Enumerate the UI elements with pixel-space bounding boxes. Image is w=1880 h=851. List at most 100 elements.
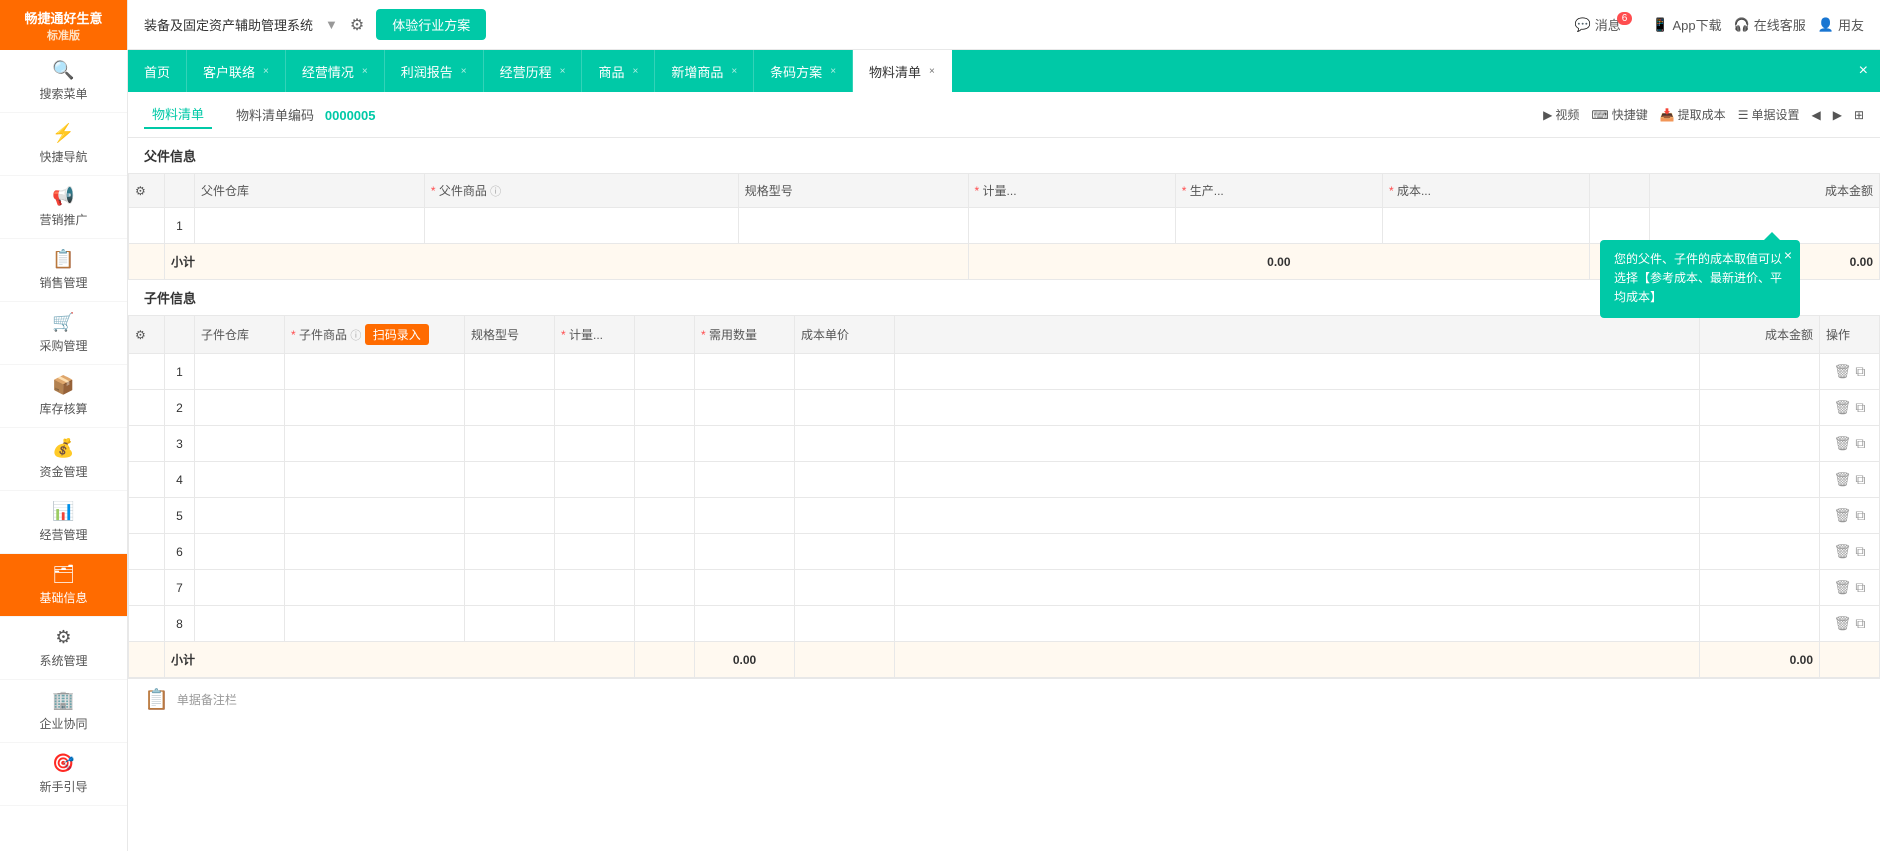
child-product-cell[interactable] xyxy=(285,606,465,642)
copy-icon[interactable]: ⧉ xyxy=(1855,543,1865,560)
tab-customer[interactable]: 客户联络 × xyxy=(187,50,286,92)
tab-addgoods[interactable]: 新增商品 × xyxy=(655,50,754,92)
dropdown-icon[interactable]: ▼ xyxy=(325,17,338,32)
sub-tab-bom[interactable]: 物料清单 xyxy=(144,100,212,129)
sidebar-item-guide[interactable]: 🎯 新手引导 xyxy=(0,743,127,806)
sidebar-item-marketing[interactable]: 📢 营销推广 xyxy=(0,176,127,239)
copy-icon[interactable]: ⧉ xyxy=(1855,579,1865,596)
child-warehouse-cell[interactable] xyxy=(195,498,285,534)
child-qty-cell[interactable] xyxy=(695,426,795,462)
delete-icon[interactable]: 🗑 xyxy=(1834,543,1852,560)
extract-cost-btn[interactable]: 📥 提取成本 xyxy=(1660,106,1726,123)
close-all-tabs[interactable]: × xyxy=(1847,62,1880,80)
sidebar-item-system[interactable]: ⚙ 系统管理 xyxy=(0,617,127,680)
child-warehouse-cell[interactable] xyxy=(195,606,285,642)
tab-goods[interactable]: 商品 × xyxy=(582,50,655,92)
row-spec-cell[interactable] xyxy=(738,208,968,244)
child-qty-cell[interactable] xyxy=(695,354,795,390)
child-spec-cell[interactable] xyxy=(465,606,555,642)
child-qty-cell[interactable] xyxy=(695,606,795,642)
user-button[interactable]: 👤 用友 xyxy=(1818,15,1864,34)
tab-home[interactable]: 首页 xyxy=(128,50,187,92)
child-col-settings[interactable]: ⚙ xyxy=(129,316,165,354)
sidebar-item-purchase[interactable]: 🛒 采购管理 xyxy=(0,302,127,365)
tab-bom[interactable]: 物料清单 × xyxy=(853,50,952,92)
child-unitprice-cell[interactable] xyxy=(795,534,895,570)
tab-customer-close[interactable]: × xyxy=(263,66,269,77)
tab-history-close[interactable]: × xyxy=(560,66,566,77)
child-unitprice-cell[interactable] xyxy=(795,426,895,462)
tab-operations-close[interactable]: × xyxy=(362,66,368,77)
row-warehouse-cell[interactable] xyxy=(195,208,425,244)
sidebar-item-inventory[interactable]: 📦 库存核算 xyxy=(0,365,127,428)
delete-icon[interactable]: 🗑 xyxy=(1834,615,1852,632)
delete-icon[interactable]: 🗑 xyxy=(1834,435,1852,452)
child-spec-cell[interactable] xyxy=(465,426,555,462)
child-qty-cell[interactable] xyxy=(695,570,795,606)
tab-history[interactable]: 经营历程 × xyxy=(484,50,583,92)
delete-icon[interactable]: 🗑 xyxy=(1834,363,1852,380)
copy-icon[interactable]: ⧉ xyxy=(1855,615,1865,632)
message-button[interactable]: 💬 消息 6 xyxy=(1575,15,1641,34)
copy-icon[interactable]: ⧉ xyxy=(1855,507,1865,524)
sidebar-item-basicinfo[interactable]: 🗂 基础信息 xyxy=(0,554,127,617)
child-warehouse-cell[interactable] xyxy=(195,534,285,570)
child-product-cell[interactable] xyxy=(285,498,465,534)
row-product-cell[interactable] xyxy=(424,208,738,244)
tab-profit-close[interactable]: × xyxy=(461,66,467,77)
trial-button[interactable]: 体验行业方案 xyxy=(376,9,486,40)
child-qty-cell[interactable] xyxy=(695,498,795,534)
child-warehouse-cell[interactable] xyxy=(195,354,285,390)
child-product-cell[interactable] xyxy=(285,570,465,606)
nav-prev[interactable]: ◀ xyxy=(1811,108,1820,122)
delete-icon[interactable]: 🗑 xyxy=(1834,471,1852,488)
child-unit-cell[interactable] xyxy=(555,498,635,534)
row-cost-cell[interactable] xyxy=(1382,208,1589,244)
sidebar-item-finance[interactable]: 💰 资金管理 xyxy=(0,428,127,491)
delete-icon[interactable]: 🗑 xyxy=(1834,399,1852,416)
copy-icon[interactable]: ⧉ xyxy=(1855,399,1865,416)
parent-col-settings[interactable]: ⚙ xyxy=(129,174,165,208)
child-unitprice-cell[interactable] xyxy=(795,498,895,534)
delete-icon[interactable]: 🗑 xyxy=(1834,507,1852,524)
child-unitprice-cell[interactable] xyxy=(795,390,895,426)
child-qty-cell[interactable] xyxy=(695,462,795,498)
tab-profit[interactable]: 利润报告 × xyxy=(385,50,484,92)
child-unit-cell[interactable] xyxy=(555,606,635,642)
child-unitprice-cell[interactable] xyxy=(795,606,895,642)
child-unitprice-cell[interactable] xyxy=(795,570,895,606)
copy-icon[interactable]: ⧉ xyxy=(1855,363,1865,380)
child-unitprice-cell[interactable] xyxy=(795,354,895,390)
sidebar-item-sales[interactable]: 📋 销售管理 xyxy=(0,239,127,302)
copy-icon[interactable]: ⧉ xyxy=(1855,435,1865,452)
tab-goods-close[interactable]: × xyxy=(632,66,638,77)
child-product-cell[interactable] xyxy=(285,426,465,462)
gear-button[interactable]: ⚙ xyxy=(350,15,364,35)
tab-bom-close[interactable]: × xyxy=(929,66,935,77)
child-spec-cell[interactable] xyxy=(465,534,555,570)
sidebar-item-operations[interactable]: 📊 经营管理 xyxy=(0,491,127,554)
child-unit-cell[interactable] xyxy=(555,390,635,426)
scan-button[interactable]: 扫码录入 xyxy=(365,324,429,345)
child-unit-cell[interactable] xyxy=(555,426,635,462)
shortcuts-btn[interactable]: ⌨ 快捷键 xyxy=(1591,106,1647,123)
row-unit-cell[interactable] xyxy=(968,208,1175,244)
sidebar-item-search[interactable]: 🔍 搜索菜单 xyxy=(0,50,127,113)
child-qty-cell[interactable] xyxy=(695,390,795,426)
child-spec-cell[interactable] xyxy=(465,354,555,390)
sidebar-item-quicknav[interactable]: ⚡ 快捷导航 xyxy=(0,113,127,176)
delete-icon[interactable]: 🗑 xyxy=(1834,579,1852,596)
online-service-button[interactable]: 🎧 在线客服 xyxy=(1734,15,1806,34)
sidebar-item-enterprise[interactable]: 🏢 企业协同 xyxy=(0,680,127,743)
child-product-cell[interactable] xyxy=(285,354,465,390)
child-spec-cell[interactable] xyxy=(465,498,555,534)
child-warehouse-cell[interactable] xyxy=(195,426,285,462)
row-prod-cell[interactable] xyxy=(1175,208,1382,244)
child-warehouse-cell[interactable] xyxy=(195,462,285,498)
child-warehouse-cell[interactable] xyxy=(195,570,285,606)
single-settings-btn[interactable]: ☰ 单据设置 xyxy=(1738,106,1800,123)
tooltip-close[interactable]: × xyxy=(1784,244,1792,266)
child-unit-cell[interactable] xyxy=(555,354,635,390)
tab-operations[interactable]: 经营情况 × xyxy=(286,50,385,92)
child-product-cell[interactable] xyxy=(285,534,465,570)
